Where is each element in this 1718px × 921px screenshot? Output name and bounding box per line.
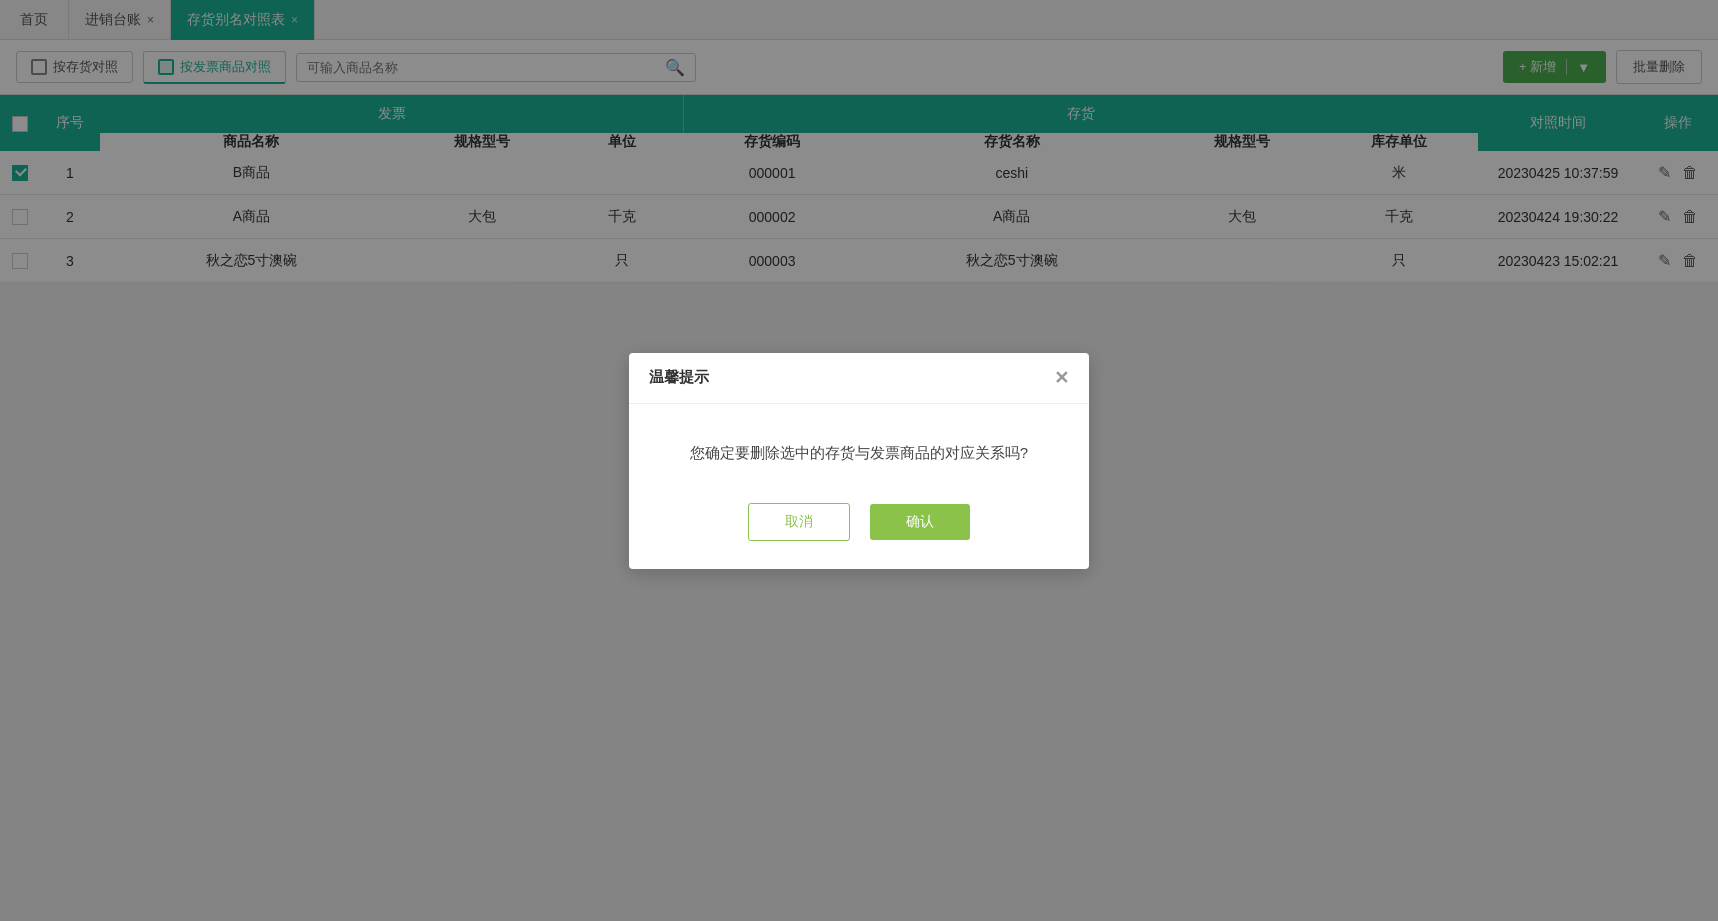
overlay: 温馨提示 ✕ 您确定要删除选中的存货与发票商品的对应关系吗? 取消 确认 <box>0 0 1718 283</box>
